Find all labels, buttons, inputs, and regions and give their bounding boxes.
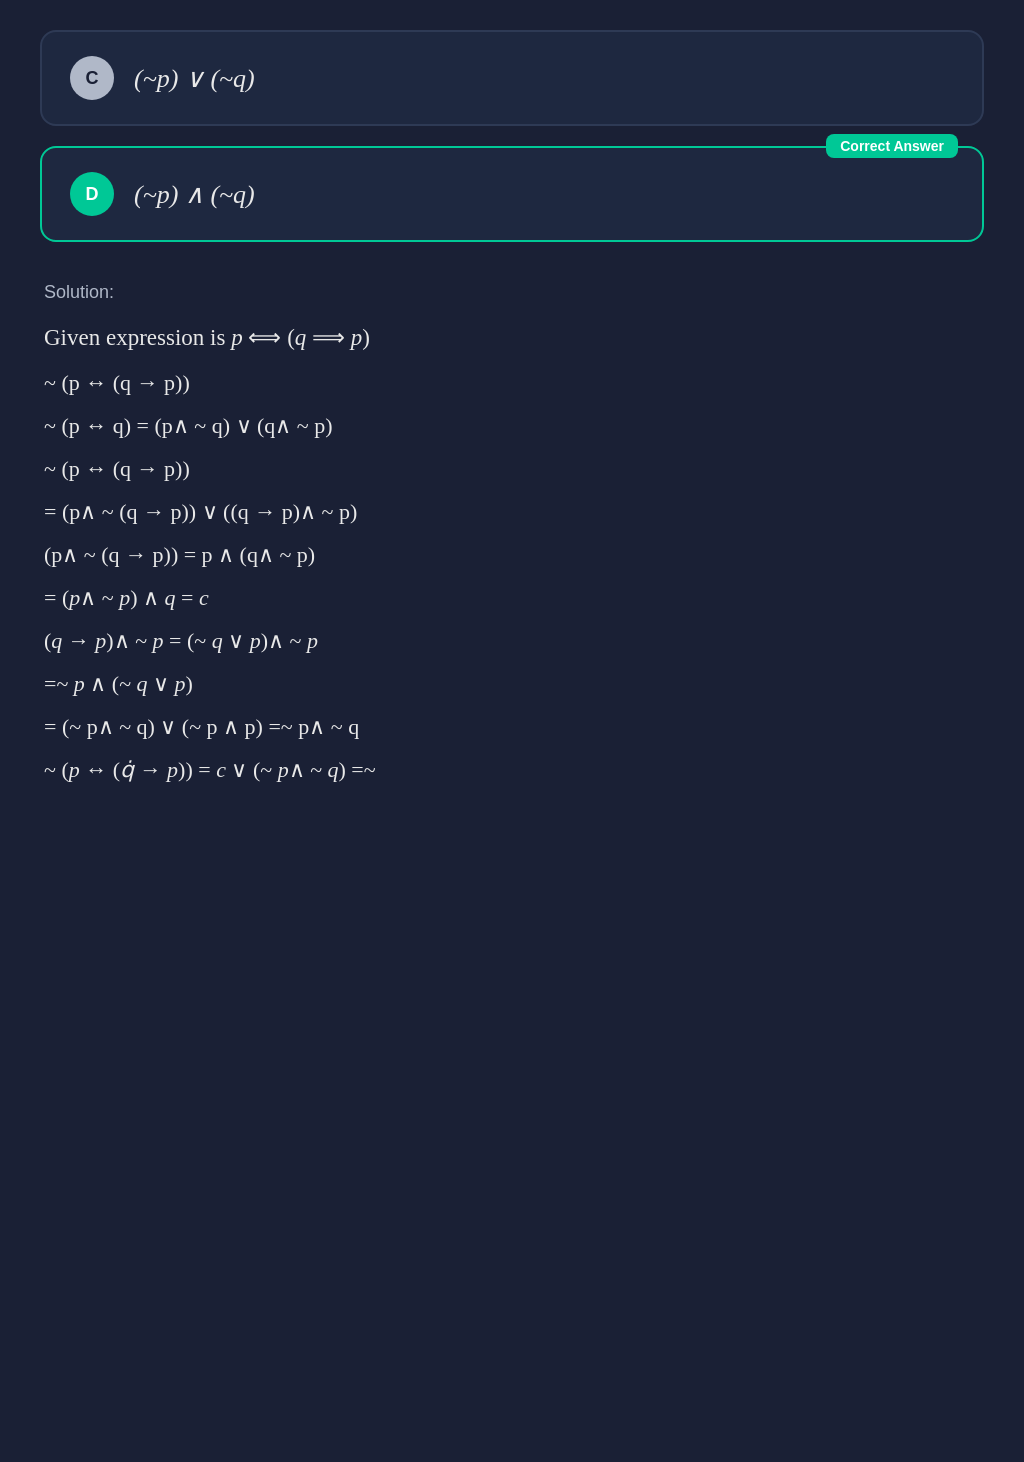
option-c-letter: C <box>70 56 114 100</box>
option-d-letter: D <box>70 172 114 216</box>
solution-line-10: = (~ p∧ ~ q) ∨ (~ p ∧ p) =~ p∧ ~ q <box>44 710 980 743</box>
option-d-text: (~p) ∧ (~q) <box>134 179 255 210</box>
solution-line-9: =~ p ∧ (~ q ∨ p) <box>44 667 980 700</box>
solution-line-3: ~ (p ↔ q) = (p∧ ~ q) ∨ (q∧ ~ p) <box>44 409 980 442</box>
solution-label: Solution: <box>44 282 980 303</box>
solution-line-4: ~ (p ↔ (q → p)) <box>44 452 980 485</box>
solution-line-8: (q → p)∧ ~ p = (~ q ∨ p)∧ ~ p <box>44 624 980 657</box>
solution-line-6: (p∧ ~ (q → p)) = p ∧ (q∧ ~ p) <box>44 538 980 571</box>
solution-section: Solution: Given expression is p ⟺ (q ⟹ p… <box>40 282 984 786</box>
solution-line-11: ~ (p ↔ (q̇ → p)) = c ∨ (~ p∧ ~ q) =~ <box>44 753 980 786</box>
option-c-card[interactable]: C (~p) ∨ (~q) <box>40 30 984 126</box>
correct-answer-badge: Correct Answer <box>826 134 958 158</box>
option-d-card[interactable]: Correct Answer D (~p) ∧ (~q) <box>40 146 984 242</box>
solution-line-5: = (p∧ ~ (q → p)) ∨ ((q → p)∧ ~ p) <box>44 495 980 528</box>
solution-line-7: = (p∧ ~ p) ∧ q = c <box>44 581 980 614</box>
solution-line-1: Given expression is p ⟺ (q ⟹ p) <box>44 321 980 356</box>
solution-line-2: ~ (p ↔ (q → p)) <box>44 366 980 399</box>
option-c-text: (~p) ∨ (~q) <box>134 63 255 94</box>
